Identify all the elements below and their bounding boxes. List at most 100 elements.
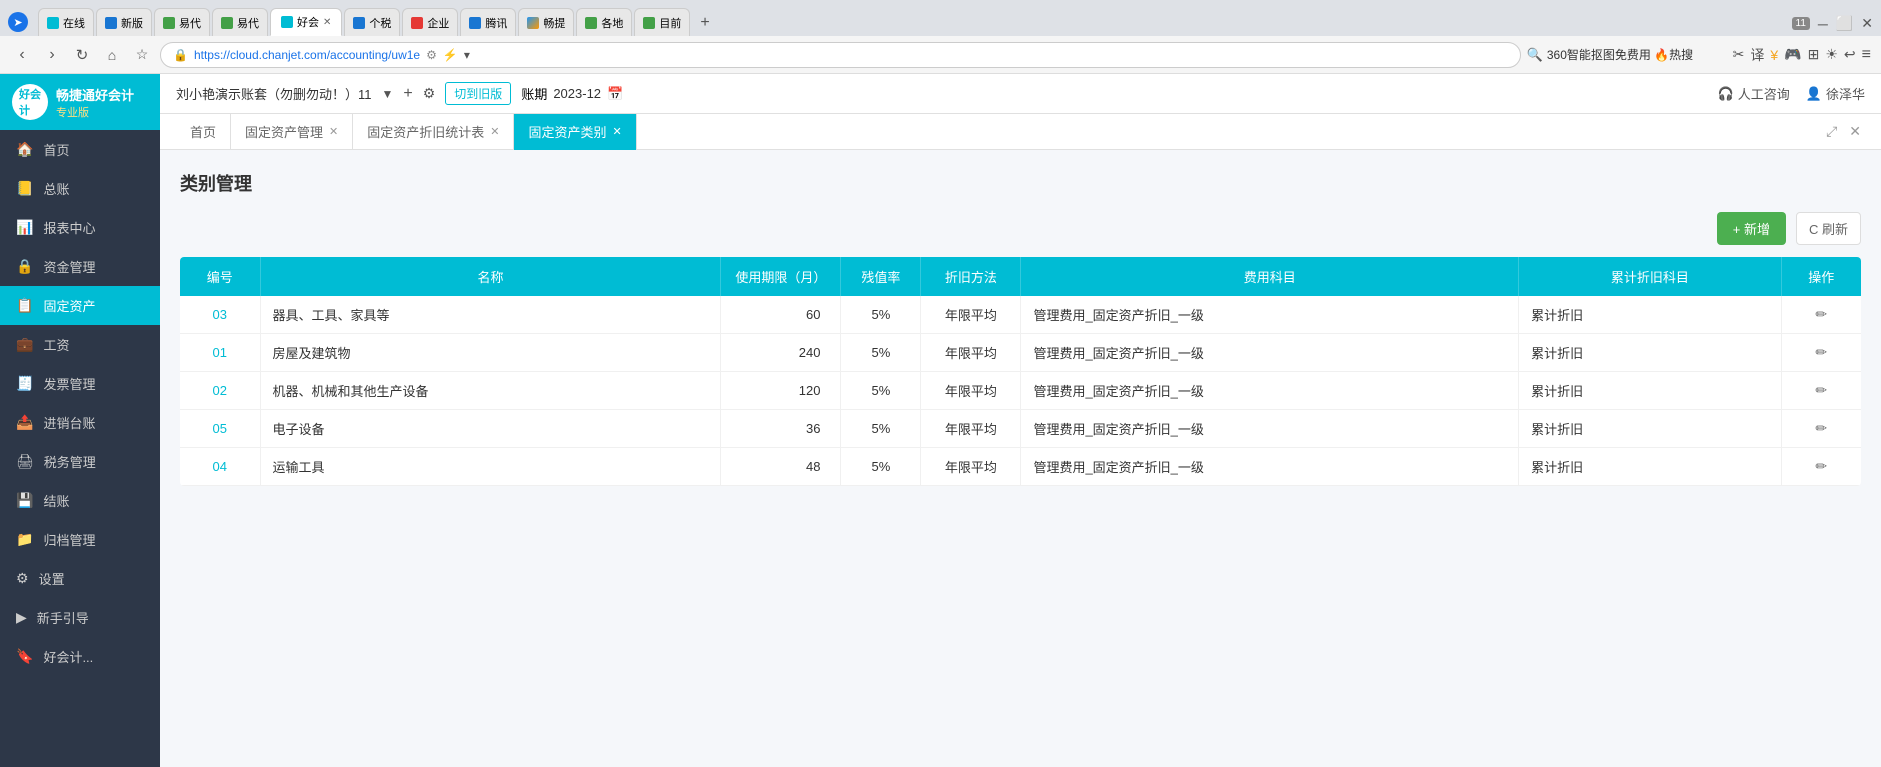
row1-edit-btn[interactable]: ✏: [1815, 306, 1827, 322]
tab-category[interactable]: 固定资产类别 ✕: [514, 114, 636, 150]
content-area: 类别管理 + 新增 C 刷新 编号 名称 使用期限（月） 残值率 折旧方法 费用…: [160, 150, 1881, 767]
settings-icon: ⚙: [16, 570, 29, 587]
table-row: 02 机器、机械和其他生产设备 120 5% 年限平均 管理费用_固定资产折旧_…: [180, 372, 1861, 410]
tab-yidai2[interactable]: 易代: [212, 8, 268, 36]
menu-btn[interactable]: ≡: [1862, 46, 1871, 64]
back-btn[interactable]: ‹: [10, 43, 34, 67]
row2-edit-btn[interactable]: ✏: [1815, 344, 1827, 360]
guide-icon: ▶: [16, 609, 27, 626]
row3-edit-btn[interactable]: ✏: [1815, 382, 1827, 398]
grid-btn[interactable]: ⊞: [1808, 46, 1820, 63]
tab-fixed-manage[interactable]: 固定资产管理 ✕: [231, 114, 353, 150]
sidebar-item-archive[interactable]: 📁 归档管理: [0, 520, 160, 559]
maximize-btn[interactable]: ⬜: [1836, 15, 1853, 32]
page-tab-close-btn[interactable]: ✕: [1845, 123, 1865, 140]
site-info-icon: ⚙: [426, 48, 437, 62]
service-label: 人工咨询: [1738, 84, 1790, 103]
inout-icon: 📤: [16, 414, 33, 431]
add-category-btn[interactable]: + 新增: [1717, 212, 1786, 245]
tab-yidai1[interactable]: 易代: [154, 8, 210, 36]
row5-period: 48: [721, 448, 841, 486]
new-tab-btn[interactable]: +: [692, 14, 717, 36]
user-avatar[interactable]: 👤 徐泽华: [1806, 84, 1865, 103]
table-body: 03 器具、工具、家具等 60 5% 年限平均 管理费用_固定资产折旧_一级 累…: [180, 296, 1861, 486]
sidebar-item-report[interactable]: 📊 报表中心: [0, 208, 160, 247]
sidebar-item-guide[interactable]: ▶ 新手引导: [0, 598, 160, 637]
reload-btn[interactable]: ↻: [70, 43, 94, 67]
add-account-btn[interactable]: +: [403, 85, 412, 103]
tab-gesui-label: 个税: [369, 15, 391, 31]
sidebar-item-more[interactable]: 🔖 好会计...: [0, 637, 160, 676]
minimize-btn[interactable]: ─: [1818, 16, 1828, 32]
sidebar-item-settings[interactable]: ⚙ 设置: [0, 559, 160, 598]
sidebar-item-fixed[interactable]: 📋 固定资产: [0, 286, 160, 325]
star-btn[interactable]: ☆: [130, 43, 154, 67]
address-bar[interactable]: 🔒 https://cloud.chanjet.com/accounting/u…: [160, 42, 1521, 68]
tab-changtui-label: 畅提: [543, 15, 565, 31]
sidebar-item-ledger[interactable]: 📒 总账: [0, 169, 160, 208]
refresh-btn[interactable]: C 刷新: [1796, 212, 1861, 245]
row5-id: 04: [180, 448, 260, 486]
tab-tengxun[interactable]: 腾讯: [460, 8, 516, 36]
tab-fixed-manage-close[interactable]: ✕: [329, 125, 338, 138]
scissors-btn[interactable]: ✂: [1733, 46, 1745, 63]
sidebar-label-invoice: 发票管理: [43, 374, 95, 393]
table-row: 04 运输工具 48 5% 年限平均 管理费用_固定资产折旧_一级 累计折旧 ✏: [180, 448, 1861, 486]
switch-version-btn[interactable]: 切到旧版: [445, 82, 511, 105]
sidebar-label-checkout: 结账: [43, 491, 69, 510]
tab-depreciation-stat[interactable]: 固定资产折旧统计表 ✕: [353, 114, 514, 150]
tab-changtui[interactable]: 畅提: [518, 8, 574, 36]
wallet-btn[interactable]: ¥: [1770, 47, 1778, 63]
row4-edit-btn[interactable]: ✏: [1815, 420, 1827, 436]
fixed-icon: 📋: [16, 297, 33, 314]
invoice-icon: 🧾: [16, 375, 33, 392]
row3-method: 年限平均: [921, 372, 1021, 410]
tab-zaixian[interactable]: 在线: [38, 8, 94, 36]
undo-btn[interactable]: ↩: [1844, 46, 1856, 63]
category-table: 编号 名称 使用期限（月） 残值率 折旧方法 费用科目 累计折旧科目 操作 03…: [180, 257, 1861, 486]
tab-qiye[interactable]: 企业: [402, 8, 458, 36]
sidebar-item-checkout[interactable]: 💾 结账: [0, 481, 160, 520]
translate-btn[interactable]: 译: [1750, 45, 1764, 65]
game-btn[interactable]: 🎮: [1784, 46, 1801, 63]
tab-haohui-close[interactable]: ✕: [323, 17, 331, 28]
home-btn[interactable]: ⌂: [100, 43, 124, 67]
close-window-btn[interactable]: ✕: [1861, 15, 1873, 32]
calendar-icon[interactable]: 📅: [607, 86, 623, 102]
settings-gear-btn[interactable]: ⚙: [423, 85, 436, 102]
tab-depreciation-stat-close[interactable]: ✕: [490, 125, 499, 138]
row3-accum: 累计折旧: [1519, 372, 1781, 410]
page-tab-expand-btn[interactable]: ⤢: [1818, 123, 1845, 140]
sidebar-label-more: 好会计...: [43, 647, 93, 666]
sidebar-label-fixed: 固定资产: [43, 296, 95, 315]
tab-haohui[interactable]: 好会 ✕: [270, 8, 342, 36]
headset-icon: 🎧: [1718, 86, 1734, 102]
tab-xinban[interactable]: 新版: [96, 8, 152, 36]
archive-icon: 📁: [16, 531, 33, 548]
row5-edit-btn[interactable]: ✏: [1815, 458, 1827, 474]
sidebar-item-home[interactable]: 🏠 首页: [0, 130, 160, 169]
brightness-btn[interactable]: ☀: [1825, 46, 1838, 63]
sidebar-item-inout[interactable]: 📤 进销台账: [0, 403, 160, 442]
dropdown-btn[interactable]: ▼: [382, 87, 394, 101]
logo-title: 畅捷通好会计: [56, 85, 134, 104]
service-btn[interactable]: 🎧 人工咨询: [1718, 84, 1790, 103]
tab-count-badge: 11: [1792, 17, 1810, 30]
tab-gesui[interactable]: 个税: [344, 8, 400, 36]
row1-action: ✏: [1781, 296, 1861, 334]
main-content: 刘小艳演示账套（勿删勿动！）11 ▼ + ⚙ 切到旧版 账期 2023-12 📅…: [160, 74, 1881, 767]
sidebar-item-salary[interactable]: 💼 工资: [0, 325, 160, 364]
address-dropdown[interactable]: ▾: [464, 48, 470, 62]
forward-btn[interactable]: ›: [40, 43, 64, 67]
tab-homepage[interactable]: 首页: [176, 114, 231, 150]
sidebar-item-fund[interactable]: 🔒 资金管理: [0, 247, 160, 286]
tab-gedi[interactable]: 各地: [576, 8, 632, 36]
sidebar-item-invoice[interactable]: 🧾 发票管理: [0, 364, 160, 403]
tab-muqian-label: 目前: [659, 15, 681, 31]
sidebar-item-tax[interactable]: 🖨 税务管理: [0, 442, 160, 481]
sidebar-label-inout: 进销台账: [43, 413, 95, 432]
tab-muqian[interactable]: 目前: [634, 8, 690, 36]
period-value: 2023-12: [553, 86, 601, 101]
row5-rate: 5%: [841, 448, 921, 486]
tab-category-close[interactable]: ✕: [613, 125, 622, 138]
